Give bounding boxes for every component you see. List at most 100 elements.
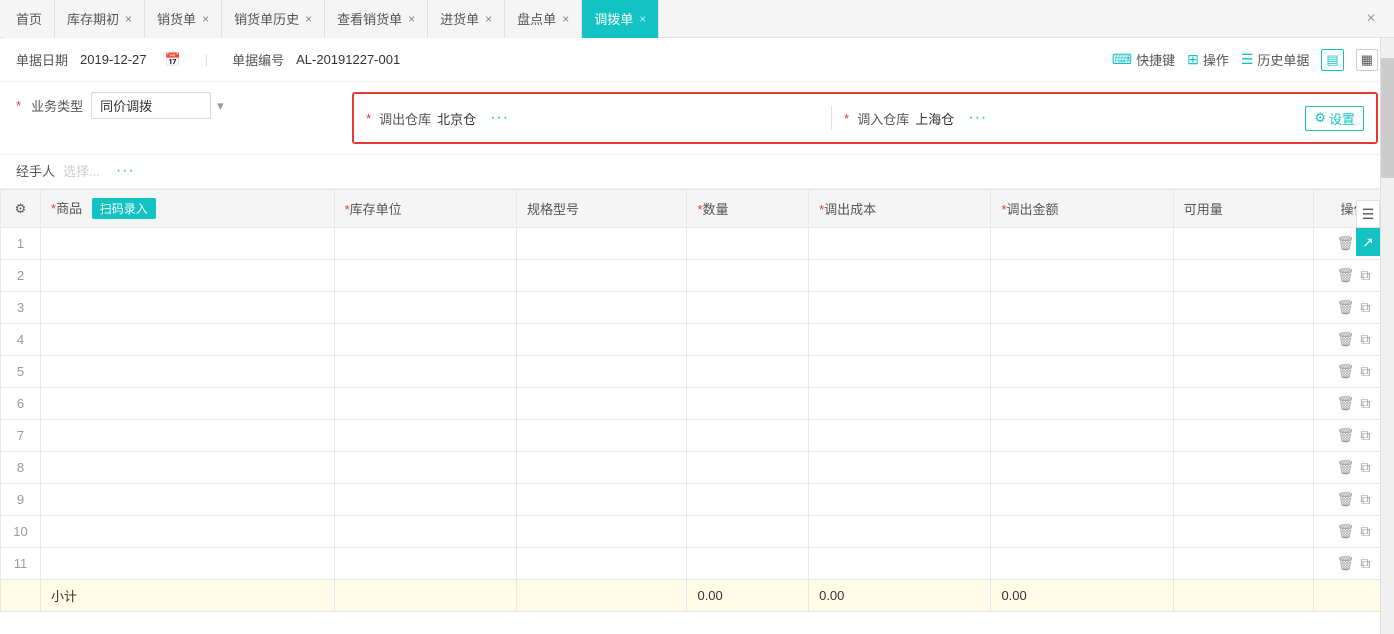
tab-close-inventory-count[interactable]: ×: [562, 12, 569, 26]
cell-cost-3[interactable]: [809, 292, 991, 324]
cell-available-10[interactable]: [1173, 516, 1313, 548]
cell-cost-4[interactable]: [809, 324, 991, 356]
layout-btn-1[interactable]: ▤: [1321, 49, 1343, 71]
cell-amount-10[interactable]: [991, 516, 1173, 548]
cell-cost-6[interactable]: [809, 388, 991, 420]
cell-qty-7[interactable]: [687, 420, 809, 452]
cell-amount-9[interactable]: [991, 484, 1173, 516]
calendar-icon[interactable]: 📅: [165, 52, 181, 68]
cell-spec-10[interactable]: [516, 516, 687, 548]
copy-icon-4[interactable]: ⧉: [1360, 331, 1370, 347]
cell-amount-8[interactable]: [991, 452, 1173, 484]
cell-amount-2[interactable]: [991, 260, 1173, 292]
delete-icon-2[interactable]: 🗑: [1337, 267, 1355, 283]
cell-spec-9[interactable]: [516, 484, 687, 516]
cell-product-11[interactable]: [41, 548, 335, 580]
delete-icon-11[interactable]: 🗑: [1337, 555, 1355, 571]
shortcuts-button[interactable]: ⌨ 快捷键: [1112, 50, 1175, 69]
copy-icon-7[interactable]: ⧉: [1360, 427, 1370, 443]
cell-qty-2[interactable]: [687, 260, 809, 292]
cell-available-4[interactable]: [1173, 324, 1313, 356]
tab-view-sales[interactable]: 查看销货单×: [325, 0, 428, 38]
cell-spec-6[interactable]: [516, 388, 687, 420]
cell-available-1[interactable]: [1173, 228, 1313, 260]
cell-amount-3[interactable]: [991, 292, 1173, 324]
cell-available-7[interactable]: [1173, 420, 1313, 452]
cell-available-11[interactable]: [1173, 548, 1313, 580]
cell-spec-3[interactable]: [516, 292, 687, 324]
tab-close-view-sales[interactable]: ×: [408, 12, 415, 26]
window-close-button[interactable]: ×: [1352, 0, 1390, 38]
cell-qty-8[interactable]: [687, 452, 809, 484]
cell-amount-5[interactable]: [991, 356, 1173, 388]
tab-close-inventory-init[interactable]: ×: [125, 12, 132, 26]
cell-cost-1[interactable]: [809, 228, 991, 260]
business-type-select[interactable]: 同价调拨: [91, 92, 211, 119]
delete-icon-3[interactable]: 🗑: [1337, 299, 1355, 315]
copy-icon-5[interactable]: ⧉: [1360, 363, 1370, 379]
cell-unit-10[interactable]: [334, 516, 516, 548]
cell-cost-2[interactable]: [809, 260, 991, 292]
tab-close-sales-history[interactable]: ×: [305, 12, 312, 26]
cell-unit-4[interactable]: [334, 324, 516, 356]
cell-qty-9[interactable]: [687, 484, 809, 516]
copy-icon-2[interactable]: ⧉: [1360, 267, 1370, 283]
side-list-button[interactable]: ☰: [1356, 200, 1380, 228]
cell-available-8[interactable]: [1173, 452, 1313, 484]
cell-unit-9[interactable]: [334, 484, 516, 516]
side-export-button[interactable]: ↗: [1356, 228, 1380, 256]
delete-icon-7[interactable]: 🗑: [1337, 427, 1355, 443]
delete-icon-6[interactable]: 🗑: [1337, 395, 1355, 411]
cell-unit-7[interactable]: [334, 420, 516, 452]
cell-product-1[interactable]: [41, 228, 335, 260]
cell-cost-7[interactable]: [809, 420, 991, 452]
cell-qty-1[interactable]: [687, 228, 809, 260]
handler-value[interactable]: 选择...: [63, 161, 100, 180]
copy-icon-8[interactable]: ⧉: [1360, 459, 1370, 475]
cell-cost-8[interactable]: [809, 452, 991, 484]
tab-close-transfer-order[interactable]: ×: [639, 12, 646, 26]
cell-available-3[interactable]: [1173, 292, 1313, 324]
tab-inventory-count[interactable]: 盘点单×: [505, 0, 582, 38]
cell-unit-5[interactable]: [334, 356, 516, 388]
tab-inventory-init[interactable]: 库存期初×: [55, 0, 145, 38]
cell-spec-1[interactable]: [516, 228, 687, 260]
cell-qty-5[interactable]: [687, 356, 809, 388]
tab-transfer-order[interactable]: 调拨单×: [582, 0, 659, 38]
cell-unit-8[interactable]: [334, 452, 516, 484]
scan-button[interactable]: 扫码录入: [92, 198, 156, 219]
cell-available-2[interactable]: [1173, 260, 1313, 292]
copy-icon-3[interactable]: ⧉: [1360, 299, 1370, 315]
cell-spec-5[interactable]: [516, 356, 687, 388]
cell-qty-11[interactable]: [687, 548, 809, 580]
tab-sales-history[interactable]: 销货单历史×: [222, 0, 325, 38]
cell-amount-7[interactable]: [991, 420, 1173, 452]
cell-amount-6[interactable]: [991, 388, 1173, 420]
cell-cost-9[interactable]: [809, 484, 991, 516]
cell-qty-10[interactable]: [687, 516, 809, 548]
cell-amount-1[interactable]: [991, 228, 1173, 260]
cell-product-6[interactable]: [41, 388, 335, 420]
cell-amount-4[interactable]: [991, 324, 1173, 356]
cell-unit-1[interactable]: [334, 228, 516, 260]
cell-available-6[interactable]: [1173, 388, 1313, 420]
copy-icon-10[interactable]: ⧉: [1360, 523, 1370, 539]
cell-product-2[interactable]: [41, 260, 335, 292]
cell-available-5[interactable]: [1173, 356, 1313, 388]
delete-icon-9[interactable]: 🗑: [1337, 491, 1355, 507]
cell-cost-5[interactable]: [809, 356, 991, 388]
cell-qty-3[interactable]: [687, 292, 809, 324]
scrollbar-track[interactable]: [1380, 38, 1394, 634]
delete-icon-1[interactable]: 🗑: [1337, 235, 1355, 251]
handler-more[interactable]: ···: [116, 162, 135, 180]
cell-unit-2[interactable]: [334, 260, 516, 292]
delete-icon-5[interactable]: 🗑: [1337, 363, 1355, 379]
operations-button[interactable]: ⊞ 操作: [1187, 50, 1229, 69]
cell-available-9[interactable]: [1173, 484, 1313, 516]
cell-unit-3[interactable]: [334, 292, 516, 324]
transfer-in-more[interactable]: ···: [968, 109, 987, 127]
cell-unit-6[interactable]: [334, 388, 516, 420]
layout-btn-2[interactable]: ▦: [1356, 49, 1378, 71]
tab-close-sales-order[interactable]: ×: [202, 12, 209, 26]
tab-close-purchase-order[interactable]: ×: [485, 12, 492, 26]
